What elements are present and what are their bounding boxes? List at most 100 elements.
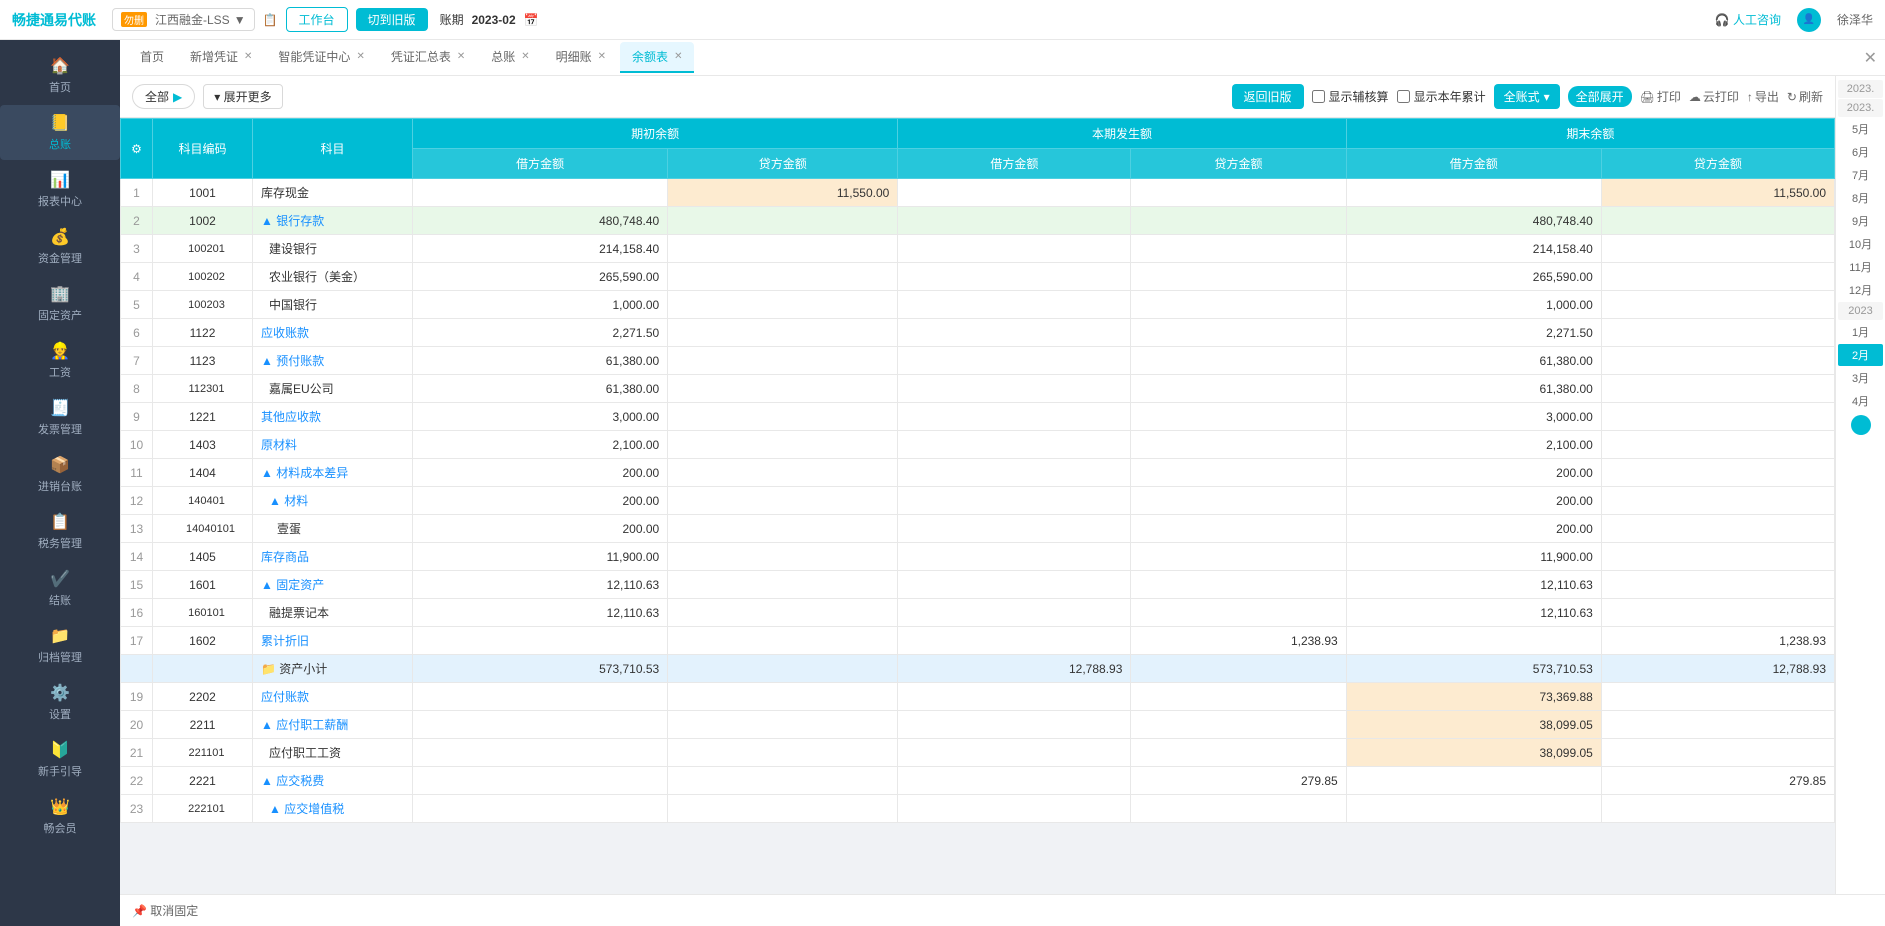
tab-balance-close[interactable]: ✕ [674, 51, 682, 62]
month-2[interactable]: 2月 [1838, 344, 1883, 366]
sidebar-item-home[interactable]: 🏠 首页 [0, 48, 120, 103]
sidebar-item-member[interactable]: 👑 畅会员 [0, 789, 120, 844]
cell-curr_credit [1131, 319, 1346, 347]
expand-more-button[interactable]: ▾ 展开更多 [203, 84, 282, 109]
period-value: 2023-02 [472, 13, 516, 27]
sidebar-item-purchase[interactable]: 📦 进销台账 [0, 447, 120, 502]
tab-smart-center[interactable]: 智能凭证中心 ✕ [266, 42, 376, 73]
sidebar-item-archive[interactable]: 📁 归档管理 [0, 618, 120, 673]
account-link[interactable]: 原材料 [261, 438, 297, 452]
consult-button[interactable]: 🎧 人工咨询 [1715, 11, 1781, 28]
tab-new-voucher-close[interactable]: ✕ [244, 51, 252, 62]
sidebar-item-settle[interactable]: ✔️ 结账 [0, 561, 120, 616]
show-aux-checkbox-group[interactable]: 显示辅核算 [1312, 88, 1389, 105]
account-link[interactable]: 应付账款 [261, 690, 309, 704]
month-10[interactable]: 10月 [1838, 233, 1883, 255]
row-name[interactable]: 累计折旧 [253, 627, 413, 655]
sidebar-item-settings[interactable]: ⚙️ 设置 [0, 675, 120, 730]
table-row: 111404▲ 材料成本差异200.00200.00 [121, 459, 1835, 487]
row-name[interactable]: 原材料 [253, 431, 413, 459]
circle-indicator[interactable] [1851, 415, 1871, 435]
sidebar-item-ledger[interactable]: 📒 总账 [0, 105, 120, 160]
row-name[interactable]: 库存商品 [253, 543, 413, 571]
account-link[interactable]: 累计折旧 [261, 634, 309, 648]
month-6[interactable]: 6月 [1838, 141, 1883, 163]
row-name[interactable]: 应付账款 [253, 683, 413, 711]
show-ytd-checkbox[interactable] [1397, 90, 1410, 103]
sidebar-item-guide[interactable]: 🔰 新手引导 [0, 732, 120, 787]
return-old-version-button[interactable]: 返回旧版 [1232, 84, 1304, 109]
sidebar-item-capital[interactable]: 💰 资金管理 [0, 219, 120, 274]
tab-detail-close[interactable]: ✕ [598, 51, 606, 62]
tab-ledger-main-close[interactable]: ✕ [521, 51, 529, 62]
sidebar-item-salary[interactable]: 👷 工资 [0, 333, 120, 388]
sidebar-item-invoice[interactable]: 🧾 发票管理 [0, 390, 120, 445]
account-link[interactable]: ▲ 银行存款 [261, 214, 324, 228]
account-link[interactable]: ▲ 固定资产 [261, 578, 324, 592]
tab-voucher-summary-close[interactable]: ✕ [457, 51, 465, 62]
table-row: 222221▲ 应交税费279.85279.85 [121, 767, 1835, 795]
month-3[interactable]: 3月 [1838, 367, 1883, 389]
tab-voucher-summary[interactable]: 凭证汇总表 ✕ [379, 42, 477, 73]
workbench-button[interactable]: 工作台 [286, 7, 348, 32]
account-link[interactable]: ▲ 预付账款 [261, 354, 324, 368]
user-name[interactable]: 徐泽华 [1837, 11, 1873, 28]
month-9[interactable]: 9月 [1838, 210, 1883, 232]
account-link[interactable]: 应收账款 [261, 326, 309, 340]
tab-ledger-main[interactable]: 总账 ✕ [479, 42, 541, 73]
account-link[interactable]: ▲ 材料成本差异 [261, 466, 348, 480]
month-4[interactable]: 4月 [1838, 390, 1883, 412]
row-number: 20 [121, 711, 153, 739]
month-7[interactable]: 7月 [1838, 164, 1883, 186]
row-name[interactable]: 应收账款 [253, 319, 413, 347]
switch-version-button[interactable]: 切到旧版 [356, 8, 428, 31]
account-link[interactable]: 库存商品 [261, 550, 309, 564]
row-name[interactable]: 其他应收款 [253, 403, 413, 431]
cell-close_credit [1601, 515, 1834, 543]
tab-home[interactable]: 首页 [128, 42, 176, 73]
settings-col-header[interactable]: ⚙ [121, 119, 153, 179]
export-button[interactable]: ↑ 导出 [1747, 88, 1779, 105]
company-selector[interactable]: 勿删 江西融金-LSS ▼ [112, 8, 255, 31]
row-name[interactable]: ▲ 材料 [253, 487, 413, 515]
month-1[interactable]: 1月 [1838, 321, 1883, 343]
month-5[interactable]: 5月 [1838, 118, 1883, 140]
expand-all-toggle[interactable]: 全部展开 [1568, 86, 1632, 107]
account-link[interactable]: ▲ 应付职工薪酬 [261, 718, 348, 732]
tab-smart-center-close[interactable]: ✕ [356, 51, 364, 62]
cell-curr_debit [898, 319, 1131, 347]
unpin-button[interactable]: 📌 取消固定 [132, 902, 198, 919]
row-name[interactable]: ▲ 应交税费 [253, 767, 413, 795]
row-name[interactable]: ▲ 预付账款 [253, 347, 413, 375]
account-link[interactable]: ▲ 应交增值税 [269, 802, 344, 816]
row-name[interactable]: ▲ 应交增值税 [253, 795, 413, 823]
copy-icon[interactable]: 📋 [263, 13, 278, 27]
table-row: 8112301嘉属EU公司61,380.0061,380.00 [121, 375, 1835, 403]
row-name[interactable]: ▲ 银行存款 [253, 207, 413, 235]
sidebar-item-assets[interactable]: 🏢 固定资产 [0, 276, 120, 331]
account-link[interactable]: 其他应收款 [261, 410, 321, 424]
month-11[interactable]: 11月 [1838, 256, 1883, 278]
refresh-button[interactable]: ↻ 刷新 [1787, 88, 1823, 105]
tab-detail[interactable]: 明细账 ✕ [544, 42, 618, 73]
row-name[interactable]: ▲ 应付职工薪酬 [253, 711, 413, 739]
account-link[interactable]: ▲ 材料 [269, 494, 308, 508]
calendar-icon[interactable]: 📅 [524, 13, 539, 27]
account-link[interactable]: ▲ 应交税费 [261, 774, 324, 788]
row-name[interactable]: ▲ 材料成本差异 [253, 459, 413, 487]
all-filter-button[interactable]: 全部 ▶ [132, 84, 195, 109]
month-12[interactable]: 12月 [1838, 279, 1883, 301]
print-button[interactable]: 🖨 打印 [1640, 88, 1681, 105]
show-aux-checkbox[interactable] [1312, 90, 1325, 103]
tab-balance[interactable]: 余额表 ✕ [620, 42, 694, 73]
full-mode-button[interactable]: 全账式 ▾ [1494, 84, 1560, 109]
show-ytd-checkbox-group[interactable]: 显示本年累计 [1397, 88, 1486, 105]
month-8[interactable]: 8月 [1838, 187, 1883, 209]
row-name[interactable]: ▲ 固定资产 [253, 571, 413, 599]
sidebar-item-reports[interactable]: 📊 报表中心 [0, 162, 120, 217]
tab-new-voucher[interactable]: 新增凭证 ✕ [178, 42, 264, 73]
cell-opening_credit [668, 207, 898, 235]
cloud-print-button[interactable]: ☁ 云打印 [1689, 88, 1739, 105]
sidebar-item-tax[interactable]: 📋 税务管理 [0, 504, 120, 559]
close-all-tabs-icon[interactable]: ✕ [1864, 48, 1877, 68]
